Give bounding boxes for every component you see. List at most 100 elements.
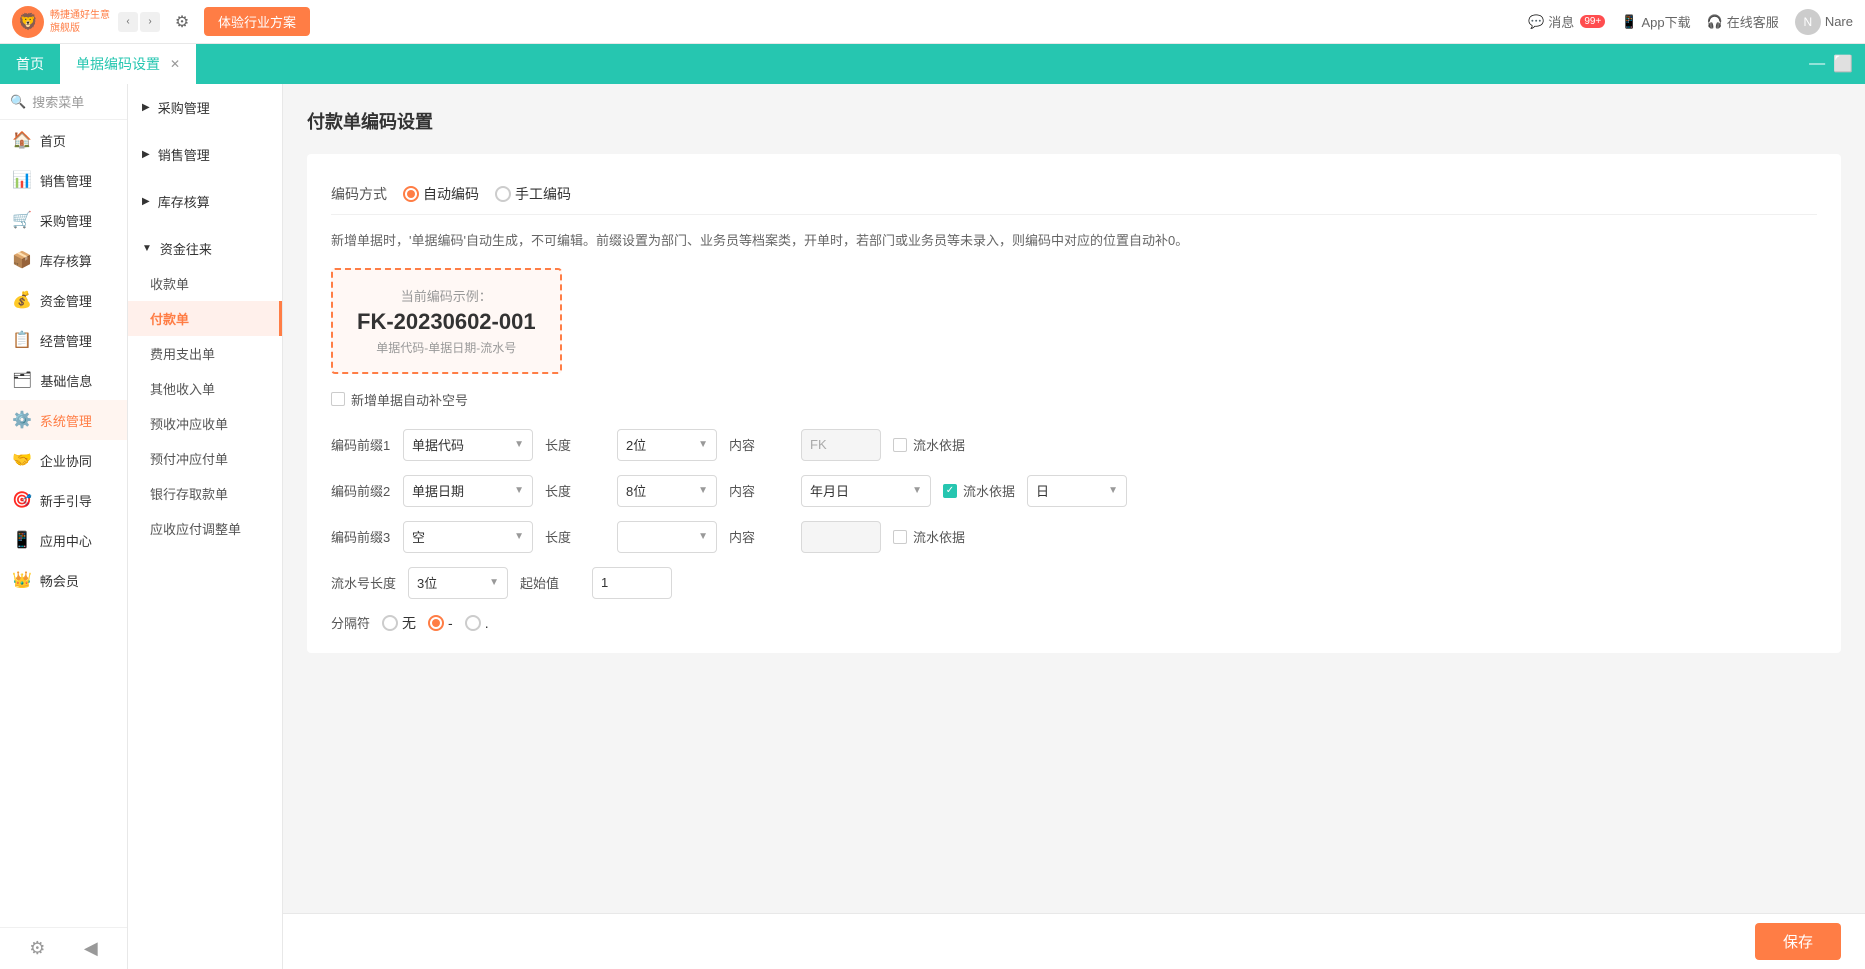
prefix2-serial-checkbox[interactable]: ✓ <box>943 484 957 498</box>
sub-menu-expense[interactable]: 费用支出单 <box>128 336 282 371</box>
sep-none-radio[interactable]: 无 <box>382 613 416 633</box>
prefix3-length-select[interactable]: ▼ <box>617 521 717 553</box>
sub-menu-pre-payable[interactable]: 预付冲应付单 <box>128 441 282 476</box>
trial-button[interactable]: 体验行业方案 <box>204 7 310 36</box>
serial-length-label: 流水号长度 <box>331 573 396 592</box>
collapse-icon[interactable]: ◀ <box>84 938 98 959</box>
prefix2-content-select[interactable]: 年月日 ▼ <box>801 475 931 507</box>
nav-arrows: ‹ › <box>118 12 160 32</box>
nav-forward[interactable]: › <box>140 12 160 32</box>
sidebar-item-inventory[interactable]: 📦 库存核算 <box>0 240 127 280</box>
prefix1-label: 编码前缀1 <box>331 435 391 454</box>
prefix1-select[interactable]: 单据代码 ▼ <box>403 429 533 461</box>
download-icon: 📱 <box>1621 14 1637 30</box>
settings-card: 编码方式 自动编码 手工编码 新增单据时，'单据编码'自动生 <box>307 154 1841 653</box>
prefix2-select[interactable]: 单据日期 ▼ <box>403 475 533 507</box>
sidebar-item-finance[interactable]: 💰 资金管理 <box>0 280 127 320</box>
serial-length-select[interactable]: 3位 ▼ <box>408 567 508 599</box>
sub-menu-other-income[interactable]: 其他收入单 <box>128 371 282 406</box>
prefix1-length-arrow: ▼ <box>698 439 708 450</box>
user-menu[interactable]: N Nare <box>1795 9 1853 35</box>
sub-menu-adjust[interactable]: 应收应付调整单 <box>128 511 282 546</box>
sidebar-item-basic[interactable]: 🗂 基础信息 <box>0 360 127 400</box>
auto-fill-checkbox[interactable] <box>331 392 345 406</box>
minimize-icon[interactable]: — <box>1809 55 1825 73</box>
sep-dash-circle <box>428 615 444 631</box>
sep-none-circle <box>382 615 398 631</box>
sidebar-item-system[interactable]: ⚙️ 系统管理 <box>0 400 127 440</box>
prefix2-length-select[interactable]: 8位 ▼ <box>617 475 717 507</box>
prefix1-length-label: 长度 <box>545 435 605 454</box>
home-icon: 🏠 <box>12 130 32 150</box>
prefix1-serial-item: 流水依据 <box>893 435 965 454</box>
content: 付款单编码设置 编码方式 自动编码 手工编码 <box>283 84 1865 913</box>
sidebar-item-sales[interactable]: 📊 销售管理 <box>0 160 127 200</box>
sub-menu-purchase[interactable]: ▶ 采购管理 <box>128 90 282 125</box>
auto-encoding-radio[interactable]: 自动编码 <box>403 184 479 204</box>
prefix1-content-input[interactable] <box>801 429 881 461</box>
sep-dash-radio[interactable]: - <box>428 615 453 631</box>
main-layout: 🔍 搜索菜单 🏠 首页 📊 销售管理 🛒 采购管理 📦 库存核算 💰 资金管理 … <box>0 84 1865 969</box>
manual-encoding-radio[interactable]: 手工编码 <box>495 184 571 204</box>
enterprise-icon: 🤝 <box>12 450 32 470</box>
sidebar-item-guide[interactable]: 🎯 新手引导 <box>0 480 127 520</box>
sub-menu-bank-deposit[interactable]: 银行存取款单 <box>128 476 282 511</box>
prefix3-content-input[interactable] <box>801 521 881 553</box>
sub-menu-sales[interactable]: ▶ 销售管理 <box>128 137 282 172</box>
app-download-button[interactable]: 📱 App下载 <box>1621 12 1690 31</box>
member-icon: 👑 <box>12 570 32 590</box>
topbar: 🦁 畅捷通好生意 旗舰版 ‹ › ⚙ 体验行业方案 💬 消息 99+ 📱 App… <box>0 0 1865 44</box>
prefix1-serial-checkbox[interactable] <box>893 438 907 452</box>
prefix1-length-select[interactable]: 2位 ▼ <box>617 429 717 461</box>
tab-close-icon[interactable]: ✕ <box>170 57 180 71</box>
system-icon: ⚙️ <box>12 410 32 430</box>
prefix2-length-arrow: ▼ <box>698 485 708 496</box>
tab-home[interactable]: 首页 <box>0 44 60 84</box>
save-button[interactable]: 保存 <box>1755 923 1841 960</box>
service-icon: 🎧 <box>1707 14 1723 30</box>
nav-back[interactable]: ‹ <box>118 12 138 32</box>
sidebar-item-purchase[interactable]: 🛒 采购管理 <box>0 200 127 240</box>
sidebar-item-apps[interactable]: 📱 应用中心 <box>0 520 127 560</box>
manual-encoding-circle <box>495 186 511 202</box>
prefix3-serial-checkbox[interactable] <box>893 530 907 544</box>
sidebar-item-enterprise[interactable]: 🤝 企业协同 <box>0 440 127 480</box>
sidebar-item-home[interactable]: 🏠 首页 <box>0 120 127 160</box>
gear-button[interactable]: ⚙ <box>168 8 196 36</box>
messages-button[interactable]: 💬 消息 99+ <box>1528 12 1605 31</box>
auto-fill-row: 新增单据自动补空号 <box>331 390 1817 409</box>
sub-menu-group-inventory: ▶ 库存核算 <box>128 178 282 225</box>
tab-encode-setting[interactable]: 单据编码设置 ✕ <box>60 44 196 84</box>
sidebar-item-operations[interactable]: 📋 经营管理 <box>0 320 127 360</box>
sidebar-item-member[interactable]: 👑 畅会员 <box>0 560 127 600</box>
search-menu[interactable]: 🔍 搜索菜单 <box>0 84 127 120</box>
info-text: 新增单据时，'单据编码'自动生成，不可编辑。前缀设置为部门、业务员等档案类，开单… <box>331 231 1817 252</box>
example-desc: 单据代码-单据日期-流水号 <box>376 339 516 356</box>
prefix2-content-arrow: ▼ <box>912 485 922 496</box>
sub-menu-capital[interactable]: ▼ 资金往来 <box>128 231 282 266</box>
brand: 🦁 畅捷通好生意 旗舰版 <box>12 6 110 38</box>
sub-menu-inventory[interactable]: ▶ 库存核算 <box>128 184 282 219</box>
encoding-radio-group: 自动编码 手工编码 <box>403 184 571 204</box>
sep-dot-radio[interactable]: . <box>465 615 489 631</box>
sub-menu-receipt[interactable]: 收款单 <box>128 266 282 301</box>
sub-sidebar: ▶ 采购管理 ▶ 销售管理 ▶ 库存核算 ▼ 资金往来 收款单 <box>128 84 283 969</box>
bottom-bar: 保存 <box>283 913 1865 969</box>
maximize-icon[interactable]: ⬜ <box>1833 54 1853 74</box>
apps-icon: 📱 <box>12 530 32 550</box>
sub-menu-payment[interactable]: 付款单 <box>128 301 282 336</box>
start-value-input[interactable] <box>592 567 672 599</box>
prefix3-length-arrow: ▼ <box>698 531 708 542</box>
finance-icon: 💰 <box>12 290 32 310</box>
sub-menu-pre-receivable[interactable]: 预收冲应收单 <box>128 406 282 441</box>
topbar-right: 💬 消息 99+ 📱 App下载 🎧 在线客服 N Nare <box>1528 9 1853 35</box>
arrow-inventory: ▶ <box>142 196 150 207</box>
settings-bottom-icon[interactable]: ⚙ <box>29 938 45 959</box>
inventory-icon: 📦 <box>12 250 32 270</box>
online-service-button[interactable]: 🎧 在线客服 <box>1707 12 1779 31</box>
sidebar-bottom: ⚙ ◀ <box>0 927 127 969</box>
prefix3-select[interactable]: 空 ▼ <box>403 521 533 553</box>
content-wrapper: 付款单编码设置 编码方式 自动编码 手工编码 <box>283 84 1865 969</box>
serial-length-arrow: ▼ <box>489 577 499 588</box>
prefix2-granularity-select[interactable]: 日 ▼ <box>1027 475 1127 507</box>
